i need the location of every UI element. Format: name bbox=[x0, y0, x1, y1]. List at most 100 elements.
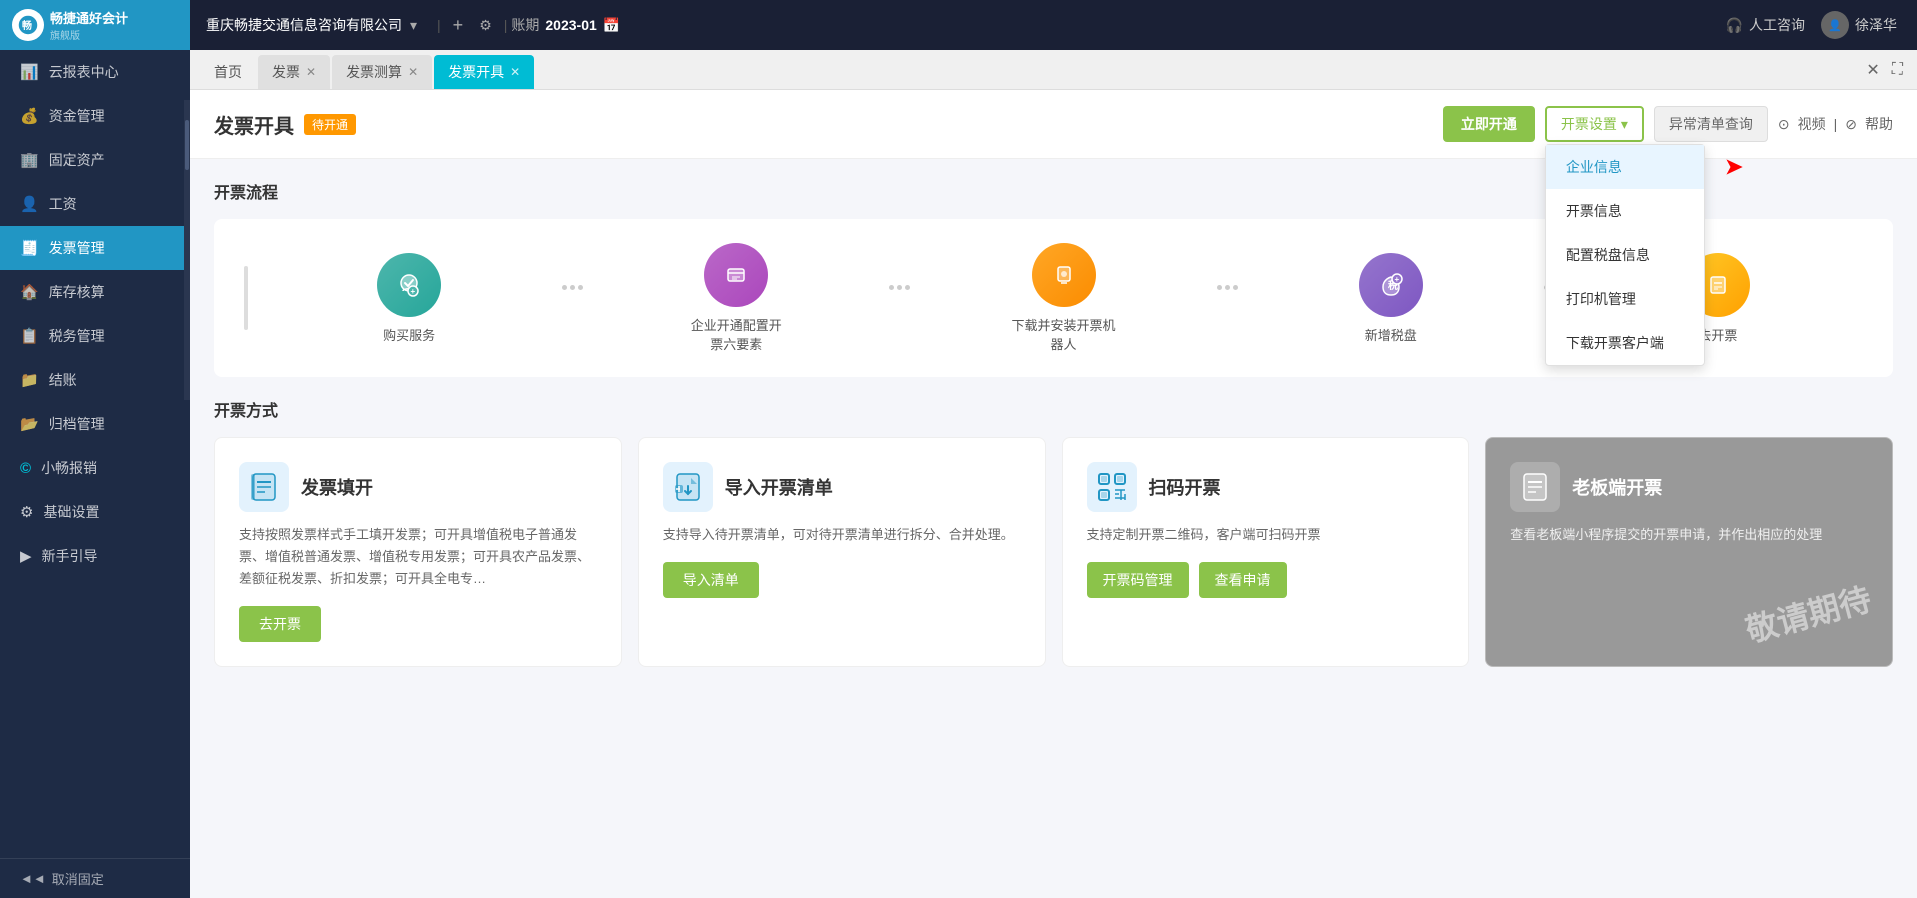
boss-invoice-icon bbox=[1510, 462, 1560, 512]
support-label: 人工咨询 bbox=[1749, 15, 1805, 35]
dropdown-item-invoice-info[interactable]: 开票信息 bbox=[1546, 189, 1704, 233]
scan-view-apply-btn[interactable]: 查看申请 bbox=[1199, 562, 1287, 598]
logo-icon: 畅 bbox=[12, 9, 44, 41]
period-area[interactable]: 账期 2023-01 📅 bbox=[511, 15, 620, 35]
flow-step-add-disk: 税 + 新增税盘 bbox=[1246, 253, 1536, 344]
abnormal-list-btn[interactable]: 异常清单查询 bbox=[1654, 106, 1768, 142]
coming-soon-text: 敬请期待 bbox=[1740, 574, 1876, 652]
dropdown-item-download-client[interactable]: 下载开票客户端 bbox=[1546, 321, 1704, 365]
method-card-import: 导入开票清单 支持导入待开票清单，可对待开票清单进行拆分、合并处理。 导入清单 bbox=[638, 437, 1046, 667]
flow-step-config-label: 企业开通配置开票六要素 bbox=[686, 315, 786, 353]
sidebar-item-inventory[interactable]: 🏠 库存核算 bbox=[0, 270, 190, 314]
username: 徐泽华 bbox=[1855, 15, 1897, 35]
close-btn[interactable]: ✕ bbox=[1862, 56, 1883, 84]
support-btn[interactable]: 🎧 人工咨询 bbox=[1726, 15, 1805, 35]
activate-btn[interactable]: 立即开通 bbox=[1443, 106, 1535, 142]
company-name: 重庆畅捷交通信息咨询有限公司 bbox=[206, 15, 402, 35]
tab-invoice-calc-close[interactable]: ✕ bbox=[408, 65, 418, 79]
sidebar-item-cloud-report[interactable]: 📊 云报表中心 bbox=[0, 50, 190, 94]
period-label: 账期 bbox=[511, 15, 539, 35]
fill-invoice-icon bbox=[239, 462, 289, 512]
sidebar-item-settlement[interactable]: 📁 结账 bbox=[0, 358, 190, 402]
import-invoice-btn[interactable]: 导入清单 bbox=[663, 562, 759, 598]
svg-text:畅: 畅 bbox=[22, 19, 32, 32]
cancel-icon: ◄◄ bbox=[20, 871, 46, 886]
divider1: | bbox=[437, 17, 441, 33]
flow-step-config: 企业开通配置开票六要素 bbox=[591, 243, 881, 353]
tab-invoice[interactable]: 发票 ✕ bbox=[258, 55, 330, 89]
sidebar-item-fixed-assets[interactable]: 🏢 固定资产 bbox=[0, 138, 190, 182]
fund-icon: 💰 bbox=[20, 107, 39, 125]
sidebar-label-invoice: 发票管理 bbox=[49, 238, 105, 258]
tab-invoice-open-close[interactable]: ✕ bbox=[510, 65, 520, 79]
scan-invoice-icon bbox=[1087, 462, 1137, 512]
fill-card-header: 发票填开 bbox=[239, 462, 597, 512]
company-info-label: 企业信息 bbox=[1566, 159, 1622, 175]
tab-invoice-close[interactable]: ✕ bbox=[306, 65, 316, 79]
scan-card-title: 扫码开票 bbox=[1149, 474, 1221, 500]
sidebar-item-report[interactable]: © 小畅报销 bbox=[0, 446, 190, 490]
logo-text-block: 畅捷通好会计 旗舰版 bbox=[50, 8, 128, 42]
import-card-title: 导入开票清单 bbox=[725, 474, 833, 500]
maximize-btn[interactable]: ⛶ bbox=[1888, 57, 1907, 83]
tab-invoice-label: 发票 bbox=[272, 62, 300, 82]
import-card-desc: 支持导入待开票清单，可对待开票清单进行拆分、合并处理。 bbox=[663, 524, 1021, 546]
dropdown-item-printer[interactable]: 打印机管理 bbox=[1546, 277, 1704, 321]
status-badge: 待开通 bbox=[304, 114, 356, 135]
sidebar-scrollbar-thumb bbox=[185, 120, 189, 170]
invoice-settings-btn[interactable]: 开票设置 ▾ bbox=[1545, 106, 1644, 142]
tab-home[interactable]: 首页 bbox=[200, 55, 256, 89]
sidebar-label-payroll: 工资 bbox=[49, 194, 77, 214]
sidebar-item-guide[interactable]: ▶ 新手引导 bbox=[0, 534, 190, 578]
scan-code-mgmt-btn[interactable]: 开票码管理 bbox=[1087, 562, 1189, 598]
tab-invoice-calc[interactable]: 发票测算 ✕ bbox=[332, 55, 432, 89]
printer-label: 打印机管理 bbox=[1566, 291, 1636, 307]
user-area[interactable]: 👤 徐泽华 bbox=[1821, 11, 1897, 39]
method-card-boss: 老板端开票 查看老板端小程序提交的开票申请，并作出相应的处理 敬请期待 bbox=[1485, 437, 1893, 667]
invoice-icon: 🧾 bbox=[20, 239, 39, 257]
sidebar-label-fund: 资金管理 bbox=[49, 106, 105, 126]
dropdown-item-company-info[interactable]: 企业信息 ➤ bbox=[1546, 145, 1704, 189]
report-icon: © bbox=[20, 460, 31, 477]
settlement-icon: 📁 bbox=[20, 371, 39, 389]
settings-dropdown-arrow: ▾ bbox=[1621, 116, 1628, 133]
settings-icon[interactable]: ⚙ bbox=[471, 13, 500, 38]
settings-dropdown: 企业信息 ➤ 开票信息 配置税盘信息 bbox=[1545, 144, 1705, 366]
connector-2 bbox=[881, 285, 918, 290]
scan-card-desc: 支持定制开票二维码，客户端可扫码开票 bbox=[1087, 524, 1445, 546]
fill-card-title: 发票填开 bbox=[301, 474, 373, 500]
sidebar-item-invoice[interactable]: 🧾 发票管理 bbox=[0, 226, 190, 270]
connector-3 bbox=[1209, 285, 1246, 290]
download-client-label: 下载开票客户端 bbox=[1566, 335, 1664, 351]
flow-step-buy: + 购买服务 bbox=[264, 253, 554, 344]
scan-card-header: 扫码开票 bbox=[1087, 462, 1445, 512]
tab-invoice-open[interactable]: 发票开具 ✕ bbox=[434, 55, 534, 89]
flow-step-buy-label: 购买服务 bbox=[383, 325, 435, 344]
add-company-btn[interactable]: + bbox=[445, 11, 472, 40]
company-selector[interactable]: 重庆畅捷交通信息咨询有限公司 ▾ bbox=[190, 15, 433, 35]
method-card-scan: 扫码开票 支持定制开票二维码，客户端可扫码开票 开票码管理 查看申请 bbox=[1062, 437, 1470, 667]
sidebar-label-report: 小畅报销 bbox=[41, 458, 97, 478]
archive-icon: 📂 bbox=[20, 415, 39, 433]
settings-dropdown-wrapper: 开票设置 ▾ 企业信息 ➤ bbox=[1545, 106, 1644, 142]
sidebar-item-settings[interactable]: ⚙ 基础设置 bbox=[0, 490, 190, 534]
tax-disk-label: 配置税盘信息 bbox=[1566, 247, 1650, 263]
page-content: 发票开具 待开通 立即开通 开票设置 ▾ bbox=[190, 90, 1917, 898]
sidebar-item-archive[interactable]: 📂 归档管理 bbox=[0, 402, 190, 446]
sidebar-item-payroll[interactable]: 👤 工资 bbox=[0, 182, 190, 226]
sidebar-item-fund[interactable]: 💰 资金管理 bbox=[0, 94, 190, 138]
sidebar-label-archive: 归档管理 bbox=[49, 414, 105, 434]
svg-text:+: + bbox=[411, 287, 416, 296]
cancel-fixed-btn[interactable]: ◄◄ 取消固定 bbox=[0, 858, 190, 898]
flow-step-add-disk-label: 新增税盘 bbox=[1365, 325, 1417, 344]
fill-invoice-btn[interactable]: 去开票 bbox=[239, 606, 321, 642]
method-cards: 发票填开 支持按照发票样式手工填开发票；可开具增值税电子普通发票、增值税普通发票… bbox=[214, 437, 1893, 667]
logo[interactable]: 畅 畅捷通好会计 旗舰版 bbox=[0, 0, 190, 50]
buy-service-icon: + bbox=[377, 253, 441, 317]
dropdown-item-tax-disk[interactable]: 配置税盘信息 bbox=[1546, 233, 1704, 277]
settings-btn-label: 开票设置 bbox=[1561, 114, 1617, 134]
video-help-area[interactable]: ⊙ 视频 | ⊘ 帮助 bbox=[1778, 114, 1893, 134]
sidebar-item-tax[interactable]: 📋 税务管理 bbox=[0, 314, 190, 358]
scan-card-buttons: 开票码管理 查看申请 bbox=[1087, 562, 1445, 598]
headset-icon: 🎧 bbox=[1726, 17, 1743, 34]
